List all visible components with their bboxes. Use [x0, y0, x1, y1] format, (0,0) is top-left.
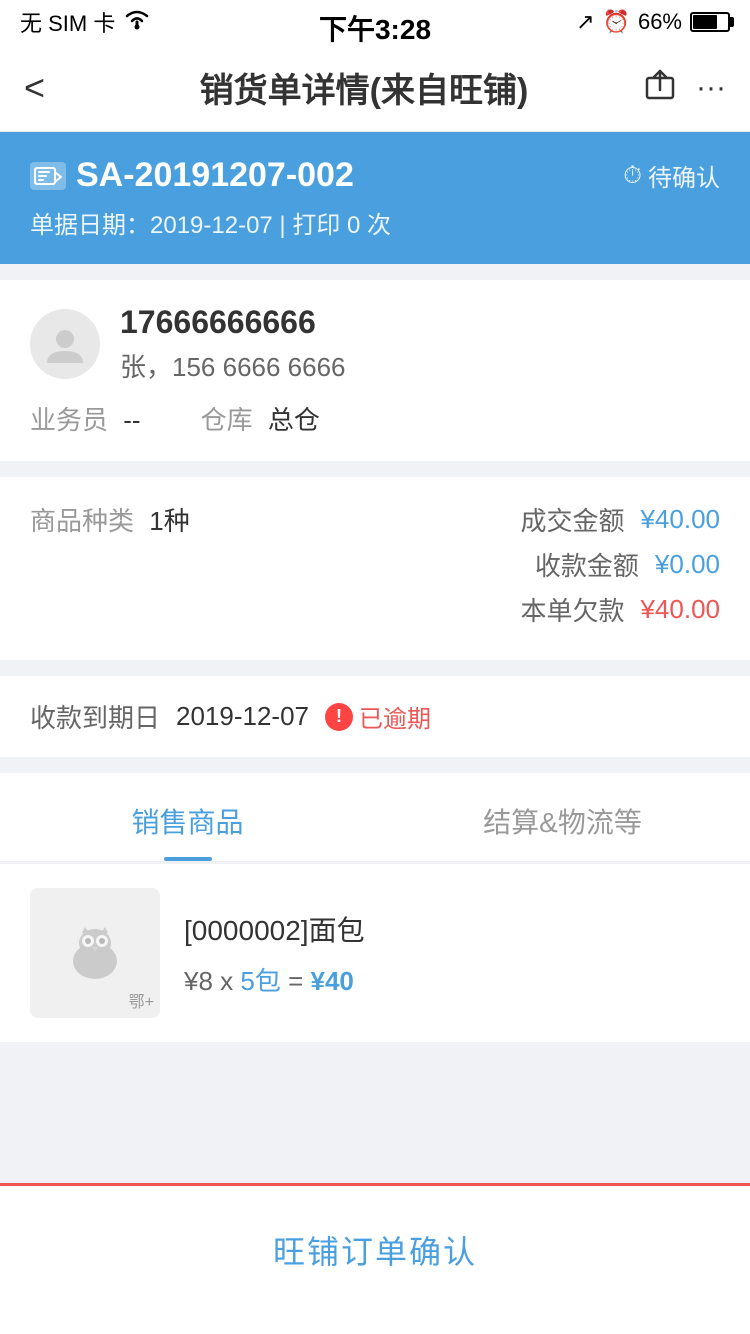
tab-bar: 销售商品 结算&物流等 [0, 773, 750, 862]
battery-percent: 66% [638, 9, 682, 35]
received-label: 收款金额 [535, 546, 639, 583]
status-right: ↗ ⏰ 66% [576, 9, 730, 35]
product-img-label: 鄂+ [129, 988, 154, 1012]
warehouse-value: 总仓 [268, 405, 320, 435]
customer-row: 17666666666 张，156 6666 6666 [30, 304, 720, 384]
warehouse-label: 仓库 [201, 405, 253, 435]
due-date-card: 收款到期日 2019-12-07 ! 已逾期 [0, 676, 750, 757]
order-status-badge: ⏱ 待确认 [623, 158, 720, 193]
product-type-value: 1种 [149, 506, 189, 536]
back-button[interactable]: < [24, 67, 84, 109]
due-date-label: 收款到期日 [30, 698, 160, 735]
order-icon [30, 162, 66, 190]
due-amount-label: 本单欠款 [520, 591, 624, 628]
product-item: 鄂+ [0000002]面包 ¥8 x 5包 = ¥40 [0, 864, 750, 1042]
order-date: 单据日期：2019-12-07 | 打印 0 次 [30, 205, 720, 240]
customer-name: 张，156 6666 6666 [120, 347, 720, 384]
product-thumbnail: 鄂+ [30, 888, 160, 1018]
summary-card: 商品种类 1种 成交金额 ¥40.00 收款金额 ¥0.00 本单欠款 ¥40.… [0, 477, 750, 660]
location-icon: ↗ [576, 9, 594, 35]
order-header-card: SA-20191207-002 ⏱ 待确认 单据日期：2019-12-07 | … [0, 132, 750, 264]
customer-card: 17666666666 张，156 6666 6666 业务员 -- 仓库 总仓 [0, 280, 750, 461]
alarm-icon: ⏰ [603, 9, 630, 35]
customer-info: 17666666666 张，156 6666 6666 [120, 304, 720, 384]
transaction-amount: ¥40.00 [640, 504, 720, 535]
product-type-label: 商品种类 [30, 506, 134, 536]
product-name: [0000002]面包 [184, 909, 720, 949]
received-amount: ¥0.00 [655, 549, 720, 580]
salesperson-label: 业务员 [30, 405, 108, 435]
warehouse-field: 仓库 总仓 [201, 400, 320, 437]
tab-sales-products[interactable]: 销售商品 [0, 773, 375, 861]
avatar [30, 309, 100, 379]
page-title: 销货单详情(来自旺铺) [200, 63, 529, 112]
salesperson-value: -- [123, 405, 140, 435]
transaction-amount-row: 成交金额 ¥40.00 [520, 501, 720, 538]
tab-settlement-logistics[interactable]: 结算&物流等 [375, 773, 750, 861]
product-equals: = [281, 966, 311, 996]
battery-icon [690, 12, 730, 32]
due-amount-row: 本单欠款 ¥40.00 [520, 591, 720, 628]
customer-phone: 17666666666 [120, 304, 720, 341]
status-time: 下午3:28 [319, 8, 431, 48]
order-id: SA-20191207-002 [30, 156, 354, 195]
overdue-icon: ! [325, 703, 353, 731]
status-bar: 无 SIM 卡 下午3:28 ↗ ⏰ 66% [0, 0, 750, 44]
received-amount-row: 收款金额 ¥0.00 [520, 546, 720, 583]
salesperson-field: 业务员 -- [30, 400, 141, 437]
nav-actions: ··· [644, 68, 726, 108]
product-info: [0000002]面包 ¥8 x 5包 = ¥40 [184, 909, 720, 998]
customer-meta: 业务员 -- 仓库 总仓 [30, 400, 720, 437]
transaction-label: 成交金额 [520, 501, 624, 538]
status-left: 无 SIM 卡 [20, 6, 151, 38]
due-date-value: 2019-12-07 [176, 701, 309, 732]
product-type-field: 商品种类 1种 [30, 501, 190, 538]
wifi-icon [123, 8, 151, 36]
bottom-bar: 旺铺订单确认 [0, 1183, 750, 1334]
carrier-text: 无 SIM 卡 [20, 6, 115, 38]
product-total: ¥40 [310, 966, 353, 996]
product-price: ¥8 x 5包 = ¥40 [184, 961, 720, 998]
product-unit-price: ¥8 x [184, 966, 240, 996]
overdue-badge: ! 已逾期 [325, 699, 431, 734]
product-qty: 5包 [240, 966, 280, 996]
overdue-text: 已逾期 [359, 699, 431, 734]
share-icon[interactable] [644, 68, 676, 108]
amounts-block: 成交金额 ¥40.00 收款金额 ¥0.00 本单欠款 ¥40.00 [520, 501, 720, 636]
header-top-row: SA-20191207-002 ⏱ 待确认 [30, 156, 720, 195]
clock-icon: ⏱ [623, 162, 642, 190]
nav-bar: < 销货单详情(来自旺铺) ··· [0, 44, 750, 132]
due-amount-value: ¥40.00 [640, 594, 720, 625]
more-icon[interactable]: ··· [696, 71, 726, 105]
confirm-order-button[interactable]: 旺铺订单确认 [30, 1206, 720, 1294]
